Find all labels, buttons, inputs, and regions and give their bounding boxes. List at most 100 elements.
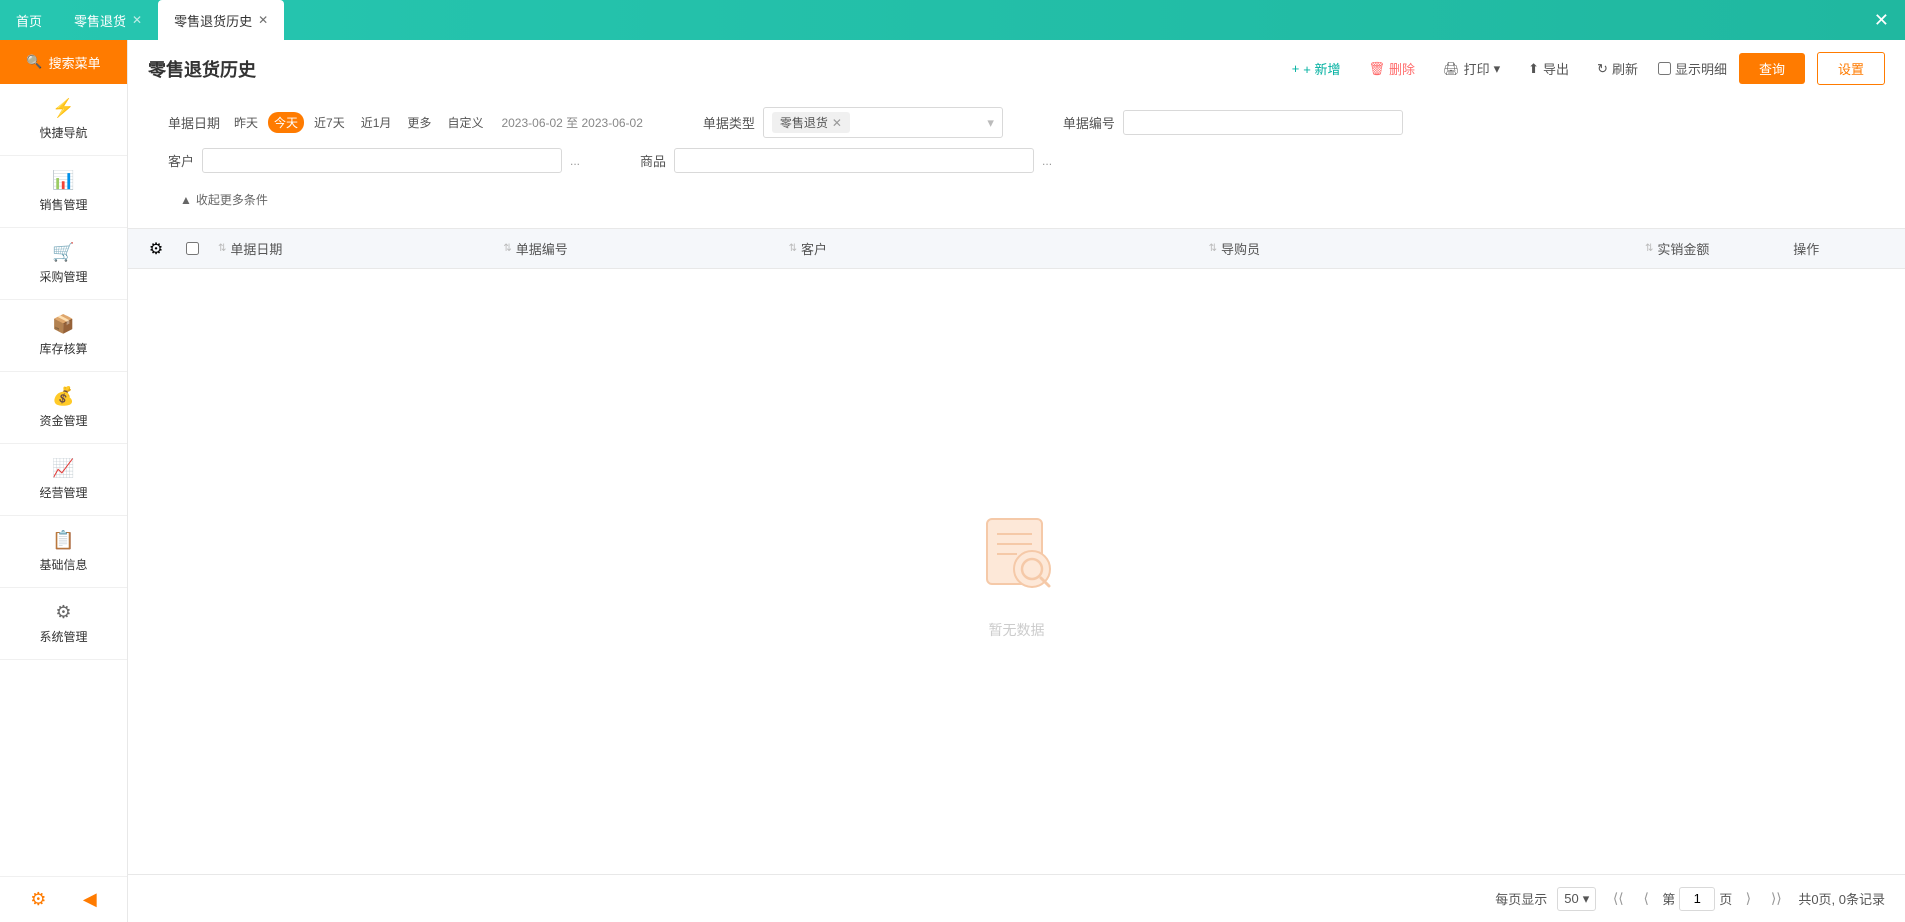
page-size-select[interactable]: 50 ▾: [1557, 887, 1596, 911]
settings-button[interactable]: 设置: [1817, 52, 1885, 85]
th-doc-date: ⇅ 单据日期: [210, 239, 495, 258]
date-opt-7days[interactable]: 近7天: [308, 112, 351, 133]
page-nav: ⟨⟨ ⟨ 第 页 ⟩ ⟩⟩: [1606, 887, 1788, 911]
tab-home[interactable]: 首页: [0, 0, 58, 40]
top-bar-close[interactable]: ✕: [1874, 10, 1905, 31]
query-button[interactable]: 查询: [1739, 53, 1805, 84]
top-bar: 首页 零售退货 ✕ 零售退货历史 ✕ ✕: [0, 0, 1905, 40]
pagination: 每页显示 50 ▾ ⟨⟨ ⟨ 第 页 ⟩ ⟩⟩ 共0页, 0条记录: [128, 874, 1905, 922]
date-opt-today[interactable]: 今天: [268, 112, 304, 133]
last-page-button[interactable]: ⟩⟩: [1764, 887, 1788, 911]
collapse-label: 收起更多条件: [196, 191, 268, 208]
sidebar-item-basic-info-label: 基础信息: [39, 556, 87, 573]
sidebar-item-system-label: 系统管理: [39, 628, 87, 645]
customer-input[interactable]: [202, 148, 562, 173]
print-dropdown-icon: ▾: [1494, 61, 1501, 77]
tab-retail-return[interactable]: 零售退货 ✕: [58, 0, 158, 40]
sort-customer-icon[interactable]: ⇅: [789, 243, 797, 254]
export-label: 导出: [1543, 59, 1569, 78]
display-detail-checkbox[interactable]: [1658, 62, 1671, 75]
sidebar-item-basic-info[interactable]: 📋 基础信息: [0, 516, 127, 588]
table-settings-icon[interactable]: ⚙: [149, 239, 163, 259]
delete-button[interactable]: 🗑 删除: [1361, 55, 1424, 82]
th-settings[interactable]: ⚙: [138, 239, 174, 259]
customer-filter: 客户 ...: [168, 148, 580, 173]
date-opt-more[interactable]: 更多: [401, 112, 437, 133]
th-ops: 操作: [1717, 239, 1895, 258]
refresh-icon: ↻: [1597, 61, 1608, 77]
print-label: 打印: [1464, 59, 1490, 78]
sidebar-item-quick-nav[interactable]: ⚡ 快捷导航: [0, 84, 127, 156]
doc-type-filter: 单据类型 零售退货 ✕ ▾: [703, 107, 1003, 138]
date-filter-label: 单据日期: [168, 113, 220, 132]
goods-label: 商品: [640, 151, 666, 170]
sort-amount-icon[interactable]: ⇅: [1645, 243, 1653, 254]
new-button[interactable]: + + 新增: [1284, 55, 1349, 82]
date-options: 昨天 今天 近7天 近1月 更多 自定义: [228, 112, 489, 133]
content-area: 零售退货历史 + + 新增 🗑 删除 🖨 打印 ▾: [128, 40, 1905, 922]
goods-input[interactable]: [674, 148, 1034, 173]
gear-icon: ⚙: [55, 602, 71, 623]
date-filter: 单据日期 昨天 今天 近7天 近1月 更多 自定义 2023-06-02 至 2…: [168, 112, 643, 133]
export-button[interactable]: ⬆ 导出: [1520, 55, 1577, 82]
customer-dots: ...: [570, 154, 580, 168]
new-icon: +: [1292, 61, 1300, 76]
page-input[interactable]: [1679, 887, 1715, 911]
doc-no-input[interactable]: [1123, 110, 1403, 135]
sidebar-item-inventory[interactable]: 📦 库存核算: [0, 300, 127, 372]
page-title-row: 零售退货历史 + + 新增 🗑 删除 🖨 打印 ▾: [148, 52, 1885, 85]
sidebar-item-finance[interactable]: 💰 资金管理: [0, 372, 127, 444]
date-range-display: 2023-06-02 至 2023-06-02: [501, 114, 642, 131]
customer-label: 客户: [168, 151, 194, 170]
date-opt-1month[interactable]: 近1月: [355, 112, 398, 133]
refresh-label: 刷新: [1612, 59, 1638, 78]
th-checkbox[interactable]: [174, 242, 210, 255]
prev-page-button[interactable]: ⟨: [1634, 887, 1658, 911]
table-header: ⚙ ⇅ 单据日期 ⇅ 单据编号 ⇅ 客户 ⇅: [128, 229, 1905, 269]
th-doc-no: ⇅ 单据编号: [495, 239, 780, 258]
sort-asc-icon[interactable]: ⇅: [218, 243, 226, 254]
chart-icon: 📊: [52, 170, 74, 191]
sidebar-item-system[interactable]: ⚙ 系统管理: [0, 588, 127, 660]
display-detail[interactable]: 显示明细: [1658, 59, 1727, 78]
th-amount-label: 实销金额: [1657, 239, 1709, 258]
collapse-button[interactable]: ▲ 收起更多条件: [168, 187, 1865, 212]
page-label: 第: [1662, 889, 1675, 908]
goods-filter: 商品 ...: [640, 148, 1052, 173]
delete-label: 删除: [1389, 59, 1415, 78]
next-page-button[interactable]: ⟩: [1736, 887, 1760, 911]
sidebar-item-purchase-label: 采购管理: [39, 268, 87, 285]
first-page-button[interactable]: ⟨⟨: [1606, 887, 1630, 911]
sidebar-item-finance-label: 资金管理: [39, 412, 87, 429]
money-icon: 💰: [52, 386, 74, 407]
lightning-icon: ⚡: [52, 98, 74, 119]
sidebar-search[interactable]: 🔍 搜索菜单: [0, 40, 127, 84]
tab-retail-return-history-close[interactable]: ✕: [258, 13, 268, 27]
sidebar-item-purchase[interactable]: 🛒 采购管理: [0, 228, 127, 300]
collapse-sidebar-icon[interactable]: ◀: [83, 889, 97, 910]
page-size-dropdown-icon: ▾: [1583, 891, 1590, 907]
tab-retail-return-close[interactable]: ✕: [132, 13, 142, 27]
sidebar-item-business[interactable]: 📈 经营管理: [0, 444, 127, 516]
doc-no-filter: 单据编号: [1063, 110, 1403, 135]
sort-guide-icon[interactable]: ⇅: [1209, 243, 1217, 254]
doc-type-select[interactable]: 零售退货 ✕ ▾: [763, 107, 1003, 138]
select-all-checkbox[interactable]: [186, 242, 199, 255]
print-button[interactable]: 🖨 打印 ▾: [1435, 55, 1508, 82]
date-opt-custom[interactable]: 自定义: [441, 112, 489, 133]
refresh-button[interactable]: ↻ 刷新: [1589, 55, 1646, 82]
sidebar-item-sales[interactable]: 📊 销售管理: [0, 156, 127, 228]
page-size-label: 每页显示: [1495, 889, 1547, 908]
th-guide-label: 导购员: [1221, 239, 1260, 258]
sidebar-search-label: 搜索菜单: [49, 53, 101, 72]
filter-row-2: 客户 ... 商品 ...: [168, 148, 1865, 173]
th-customer: ⇅ 客户: [781, 239, 1201, 258]
tab-retail-return-history[interactable]: 零售退货历史 ✕: [158, 0, 284, 40]
settings-bottom-icon[interactable]: ⚙: [30, 889, 46, 910]
sort-doc-no-icon[interactable]: ⇅: [503, 243, 511, 254]
th-amount: ⇅ 实销金额: [1486, 239, 1717, 258]
collapse-up-icon: ▲: [180, 193, 192, 207]
date-opt-yesterday[interactable]: 昨天: [228, 112, 264, 133]
sidebar-item-sales-label: 销售管理: [39, 196, 87, 213]
doc-type-tag-remove[interactable]: ✕: [832, 116, 842, 130]
